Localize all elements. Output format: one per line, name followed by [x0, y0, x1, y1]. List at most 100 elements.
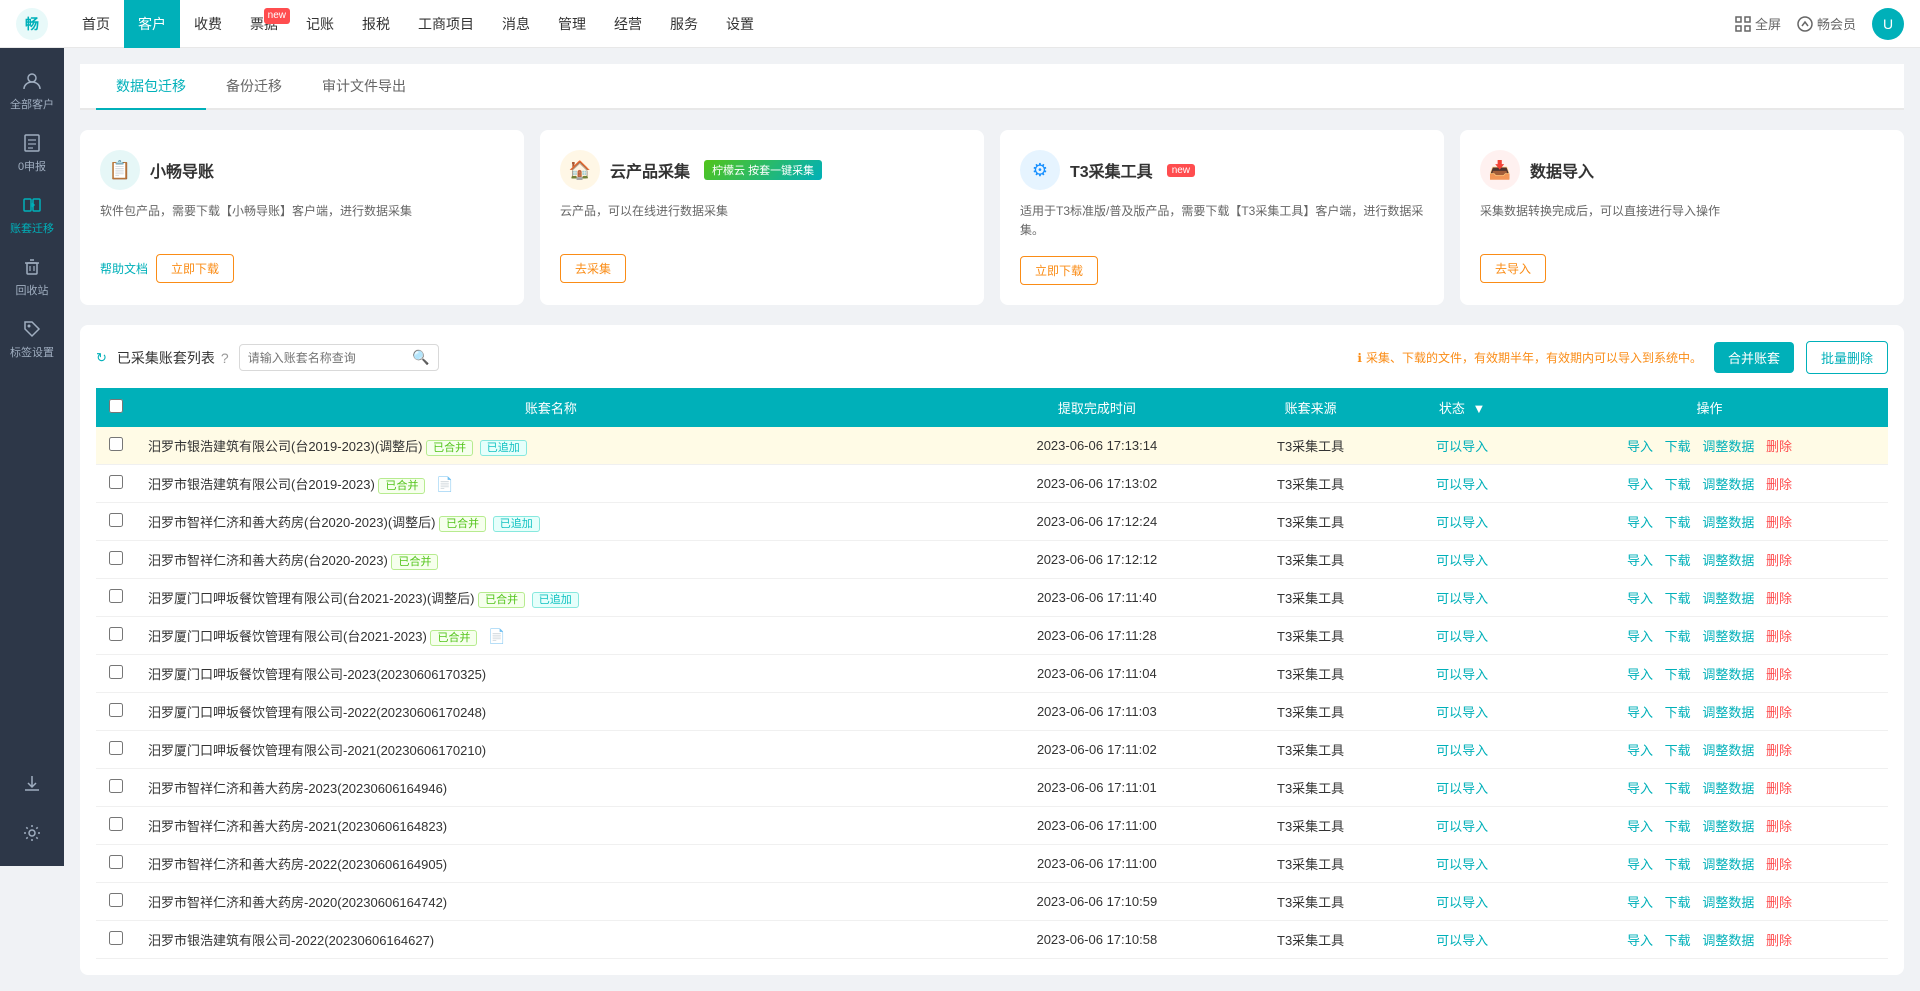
sidebar-item-download[interactable] — [0, 762, 64, 804]
search-input[interactable] — [248, 351, 413, 365]
nav-message[interactable]: 消息 — [488, 0, 544, 48]
action-adjust[interactable]: 调整数据 — [1702, 895, 1754, 910]
row-checkbox[interactable] — [109, 741, 123, 755]
action-import[interactable]: 导入 — [1627, 743, 1653, 758]
fullscreen-btn[interactable]: 全屏 — [1735, 14, 1781, 33]
action-delete[interactable]: 删除 — [1766, 705, 1792, 720]
sidebar-item-bottom-settings[interactable] — [0, 812, 64, 854]
row-checkbox[interactable] — [109, 437, 123, 451]
nav-customer[interactable]: 客户 — [124, 0, 180, 48]
download-btn[interactable]: 立即下载 — [156, 254, 234, 283]
action-download[interactable]: 下载 — [1665, 591, 1691, 606]
tab-audit-export[interactable]: 审计文件导出 — [302, 64, 426, 110]
sidebar-item-tag-settings[interactable]: 标签设置 — [0, 308, 64, 370]
action-delete[interactable]: 删除 — [1766, 515, 1792, 530]
action-adjust[interactable]: 调整数据 — [1702, 477, 1754, 492]
nav-settings[interactable]: 设置 — [712, 0, 768, 48]
t3-download-btn[interactable]: 立即下载 — [1020, 256, 1098, 285]
action-delete[interactable]: 删除 — [1766, 895, 1792, 910]
action-adjust[interactable]: 调整数据 — [1702, 553, 1754, 568]
action-adjust[interactable]: 调整数据 — [1702, 781, 1754, 796]
action-delete[interactable]: 删除 — [1766, 819, 1792, 834]
avatar[interactable]: U — [1872, 8, 1904, 40]
member-btn[interactable]: 畅会员 — [1797, 14, 1856, 33]
action-adjust[interactable]: 调整数据 — [1702, 629, 1754, 644]
action-download[interactable]: 下载 — [1665, 553, 1691, 568]
action-download[interactable]: 下载 — [1665, 667, 1691, 682]
action-import[interactable]: 导入 — [1627, 439, 1653, 454]
action-adjust[interactable]: 调整数据 — [1702, 515, 1754, 530]
action-import[interactable]: 导入 — [1627, 591, 1653, 606]
batch-delete-btn[interactable]: 批量删除 — [1806, 341, 1888, 374]
row-checkbox[interactable] — [109, 589, 123, 603]
action-import[interactable]: 导入 — [1627, 667, 1653, 682]
action-download[interactable]: 下载 — [1665, 819, 1691, 834]
row-checkbox[interactable] — [109, 703, 123, 717]
action-download[interactable]: 下载 — [1665, 705, 1691, 720]
row-checkbox[interactable] — [109, 475, 123, 489]
action-import[interactable]: 导入 — [1627, 819, 1653, 834]
status-filter-icon[interactable]: ▼ — [1473, 401, 1486, 416]
help-icon[interactable]: ? — [221, 350, 229, 366]
row-checkbox[interactable] — [109, 855, 123, 869]
action-delete[interactable]: 删除 — [1766, 439, 1792, 454]
action-download[interactable]: 下载 — [1665, 857, 1691, 872]
nav-bookkeeping[interactable]: 记账 — [292, 0, 348, 48]
action-delete[interactable]: 删除 — [1766, 743, 1792, 758]
help-doc-link[interactable]: 帮助文档 — [100, 260, 148, 277]
action-delete[interactable]: 删除 — [1766, 781, 1792, 796]
action-adjust[interactable]: 调整数据 — [1702, 705, 1754, 720]
action-download[interactable]: 下载 — [1665, 933, 1691, 948]
select-all-checkbox[interactable] — [109, 399, 123, 413]
action-download[interactable]: 下载 — [1665, 743, 1691, 758]
nav-operation[interactable]: 经营 — [600, 0, 656, 48]
action-import[interactable]: 导入 — [1627, 553, 1653, 568]
action-import[interactable]: 导入 — [1627, 705, 1653, 720]
action-delete[interactable]: 删除 — [1766, 629, 1792, 644]
sidebar-item-zero-declare[interactable]: 0申报 — [0, 122, 64, 184]
action-delete[interactable]: 删除 — [1766, 857, 1792, 872]
action-download[interactable]: 下载 — [1665, 515, 1691, 530]
action-import[interactable]: 导入 — [1627, 781, 1653, 796]
row-checkbox[interactable] — [109, 627, 123, 641]
action-download[interactable]: 下载 — [1665, 781, 1691, 796]
action-delete[interactable]: 删除 — [1766, 591, 1792, 606]
action-adjust[interactable]: 调整数据 — [1702, 933, 1754, 948]
action-delete[interactable]: 删除 — [1766, 933, 1792, 948]
nav-service[interactable]: 服务 — [656, 0, 712, 48]
row-checkbox[interactable] — [109, 779, 123, 793]
action-import[interactable]: 导入 — [1627, 477, 1653, 492]
row-checkbox[interactable] — [109, 665, 123, 679]
import-btn[interactable]: 去导入 — [1480, 254, 1546, 283]
sidebar-item-all-customers[interactable]: 全部客户 — [0, 60, 64, 122]
row-checkbox[interactable] — [109, 551, 123, 565]
sidebar-item-recycle[interactable]: 回收站 — [0, 246, 64, 308]
action-download[interactable]: 下载 — [1665, 477, 1691, 492]
nav-tax[interactable]: 报税 — [348, 0, 404, 48]
action-download[interactable]: 下载 — [1665, 895, 1691, 910]
row-checkbox[interactable] — [109, 931, 123, 945]
action-adjust[interactable]: 调整数据 — [1702, 857, 1754, 872]
row-checkbox[interactable] — [109, 513, 123, 527]
nav-manage[interactable]: 管理 — [544, 0, 600, 48]
row-checkbox[interactable] — [109, 893, 123, 907]
action-import[interactable]: 导入 — [1627, 895, 1653, 910]
nav-home[interactable]: 首页 — [68, 0, 124, 48]
merge-account-btn[interactable]: 合并账套 — [1714, 342, 1794, 373]
action-download[interactable]: 下载 — [1665, 629, 1691, 644]
sidebar-item-account-transfer[interactable]: 账套迁移 — [0, 184, 64, 246]
nav-invoice[interactable]: 票据 new — [236, 0, 292, 48]
action-adjust[interactable]: 调整数据 — [1702, 591, 1754, 606]
collect-btn[interactable]: 去采集 — [560, 254, 626, 283]
action-adjust[interactable]: 调整数据 — [1702, 819, 1754, 834]
action-adjust[interactable]: 调整数据 — [1702, 667, 1754, 682]
action-import[interactable]: 导入 — [1627, 933, 1653, 948]
action-adjust[interactable]: 调整数据 — [1702, 439, 1754, 454]
nav-business[interactable]: 工商项目 — [404, 0, 488, 48]
row-checkbox[interactable] — [109, 817, 123, 831]
action-adjust[interactable]: 调整数据 — [1702, 743, 1754, 758]
action-delete[interactable]: 删除 — [1766, 477, 1792, 492]
action-import[interactable]: 导入 — [1627, 857, 1653, 872]
search-button[interactable]: 🔍 — [412, 349, 429, 366]
logo[interactable]: 畅 — [16, 8, 48, 40]
